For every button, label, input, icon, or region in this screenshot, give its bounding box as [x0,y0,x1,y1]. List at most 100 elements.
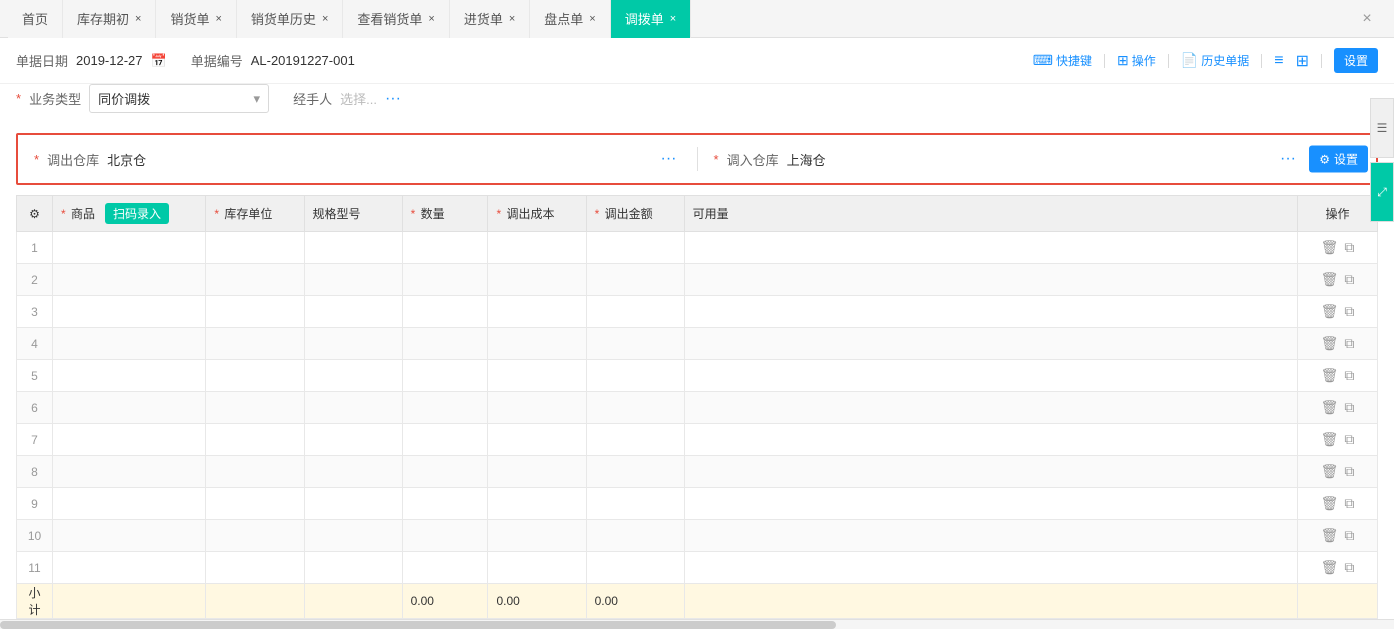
tab-sales-order[interactable]: 销货单 × [156,0,236,38]
window-close-button[interactable]: × [1348,0,1386,38]
delete-icon[interactable]: 🗑 [1321,431,1339,448]
tab-inventory-init-close[interactable]: × [135,13,141,25]
product-cell[interactable] [53,424,206,456]
col-gear[interactable]: ⚙ [17,196,53,232]
scan-btn[interactable]: 扫码录入 [105,203,169,224]
qty-cell [402,392,488,424]
product-cell[interactable] [53,488,206,520]
warehouse-setting-button[interactable]: ⚙ 设置 [1309,146,1368,173]
amount-cell [586,232,684,264]
row-num: 8 [17,456,53,488]
tab-sales-order-close[interactable]: × [215,13,221,25]
tab-purchase-order[interactable]: 进货单 × [450,0,530,38]
tab-view-sales-close[interactable]: × [428,13,434,25]
ops-icon: ⊞ [1117,52,1129,69]
cost-cell [488,392,586,424]
product-cell[interactable] [53,360,206,392]
tab-transfer-order-close[interactable]: × [670,13,676,25]
delete-icon[interactable]: 🗑 [1321,463,1339,480]
delete-icon[interactable]: 🗑 [1321,335,1339,352]
copy-icon[interactable]: ⧉ [1344,559,1354,576]
calendar-icon[interactable]: 📅 [151,53,167,69]
biz-type-value: 同价调拨 [98,89,150,108]
qty-cell [402,456,488,488]
delete-icon[interactable]: 🗑 [1321,495,1339,512]
available-cell [684,456,1297,488]
available-cell [684,264,1297,296]
table-row: 6 🗑 ⧉ [17,392,1378,424]
tab-home[interactable]: 首页 [8,0,63,38]
horizontal-scrollbar[interactable] [0,619,1394,629]
biz-type-field: * 业务类型 同价调拨 ▾ [16,84,269,113]
tab-purchase-order-label: 进货单 [464,9,503,28]
product-cell[interactable] [53,232,206,264]
delete-icon[interactable]: 🗑 [1321,303,1339,320]
tab-view-sales[interactable]: 查看销货单 × [343,0,449,38]
tab-purchase-order-close[interactable]: × [509,13,515,25]
history-action[interactable]: 📄 历史单据 [1181,52,1249,69]
tab-home-label: 首页 [22,9,48,28]
person-placeholder[interactable]: 选择... [340,89,377,108]
copy-icon[interactable]: ⧉ [1344,431,1354,448]
delete-icon[interactable]: 🗑 [1321,527,1339,544]
delete-icon[interactable]: 🗑 [1321,239,1339,256]
copy-icon[interactable]: ⧉ [1344,335,1354,352]
warehouse-out-field: * 调出仓库 北京仓 ··· [34,150,681,169]
right-panel: ☰ ⤢ [1370,38,1394,226]
spec-cell [304,232,402,264]
delete-icon[interactable]: 🗑 [1321,559,1339,576]
unit-cell [206,456,304,488]
scroll-thumb[interactable] [0,621,836,629]
product-cell[interactable] [53,328,206,360]
product-cell[interactable] [53,552,206,584]
warehouse-in-dots-button[interactable]: ··· [1276,150,1300,168]
list-icon: ☰ [1377,121,1388,135]
subtotal-spec [304,584,402,619]
copy-icon[interactable]: ⧉ [1344,463,1354,480]
copy-icon[interactable]: ⧉ [1344,239,1354,256]
window-close-icon: × [1362,10,1371,28]
warehouse-out-required-star: * [34,152,39,167]
unit-cell [206,392,304,424]
divider-4 [1321,54,1322,68]
product-cell[interactable] [53,456,206,488]
doc-no-label: 单据编号 [191,51,243,70]
biz-type-select[interactable]: 同价调拨 ▾ [89,84,269,113]
product-cell[interactable] [53,520,206,552]
copy-icon[interactable]: ⧉ [1344,303,1354,320]
unit-cell [206,328,304,360]
shortcut-action[interactable]: ⌨ 快捷键 [1033,52,1092,69]
copy-icon[interactable]: ⧉ [1344,527,1354,544]
product-cell[interactable] [53,264,206,296]
subtotal-cost: 0.00 [488,584,586,619]
right-panel-list-btn[interactable]: ☰ [1370,98,1394,158]
ops-cell: 🗑 ⧉ [1298,296,1378,328]
biz-type-label: 业务类型 [29,89,81,108]
tab-sales-history-close[interactable]: × [322,13,328,25]
layout-icon-list[interactable]: ≡ [1274,52,1283,70]
product-cell[interactable] [53,392,206,424]
copy-icon[interactable]: ⧉ [1344,399,1354,416]
tab-inventory-count-close[interactable]: × [589,13,595,25]
tab-inventory-count[interactable]: 盘点单 × [530,0,610,38]
copy-icon[interactable]: ⧉ [1344,367,1354,384]
qty-cell [402,424,488,456]
person-dots-button[interactable]: ··· [385,90,401,108]
available-cell [684,424,1297,456]
row-num: 4 [17,328,53,360]
delete-icon[interactable]: 🗑 [1321,367,1339,384]
divider-1 [1104,54,1105,68]
tab-inventory-init[interactable]: 库存期初 × [63,0,156,38]
delete-icon[interactable]: 🗑 [1321,271,1339,288]
delete-icon[interactable]: 🗑 [1321,399,1339,416]
copy-icon[interactable]: ⧉ [1344,271,1354,288]
tab-transfer-order[interactable]: 调拨单 × [611,0,691,38]
product-cell[interactable] [53,296,206,328]
copy-icon[interactable]: ⧉ [1344,495,1354,512]
tab-sales-history[interactable]: 销货单历史 × [237,0,343,38]
right-panel-expand-btn[interactable]: ⤢ [1370,162,1394,222]
warehouse-out-dots-button[interactable]: ··· [657,150,681,168]
layout-icon-grid[interactable]: ⊞ [1296,51,1309,71]
col-available: 可用量 [684,196,1297,232]
ops-action[interactable]: ⊞ 操作 [1117,52,1156,69]
